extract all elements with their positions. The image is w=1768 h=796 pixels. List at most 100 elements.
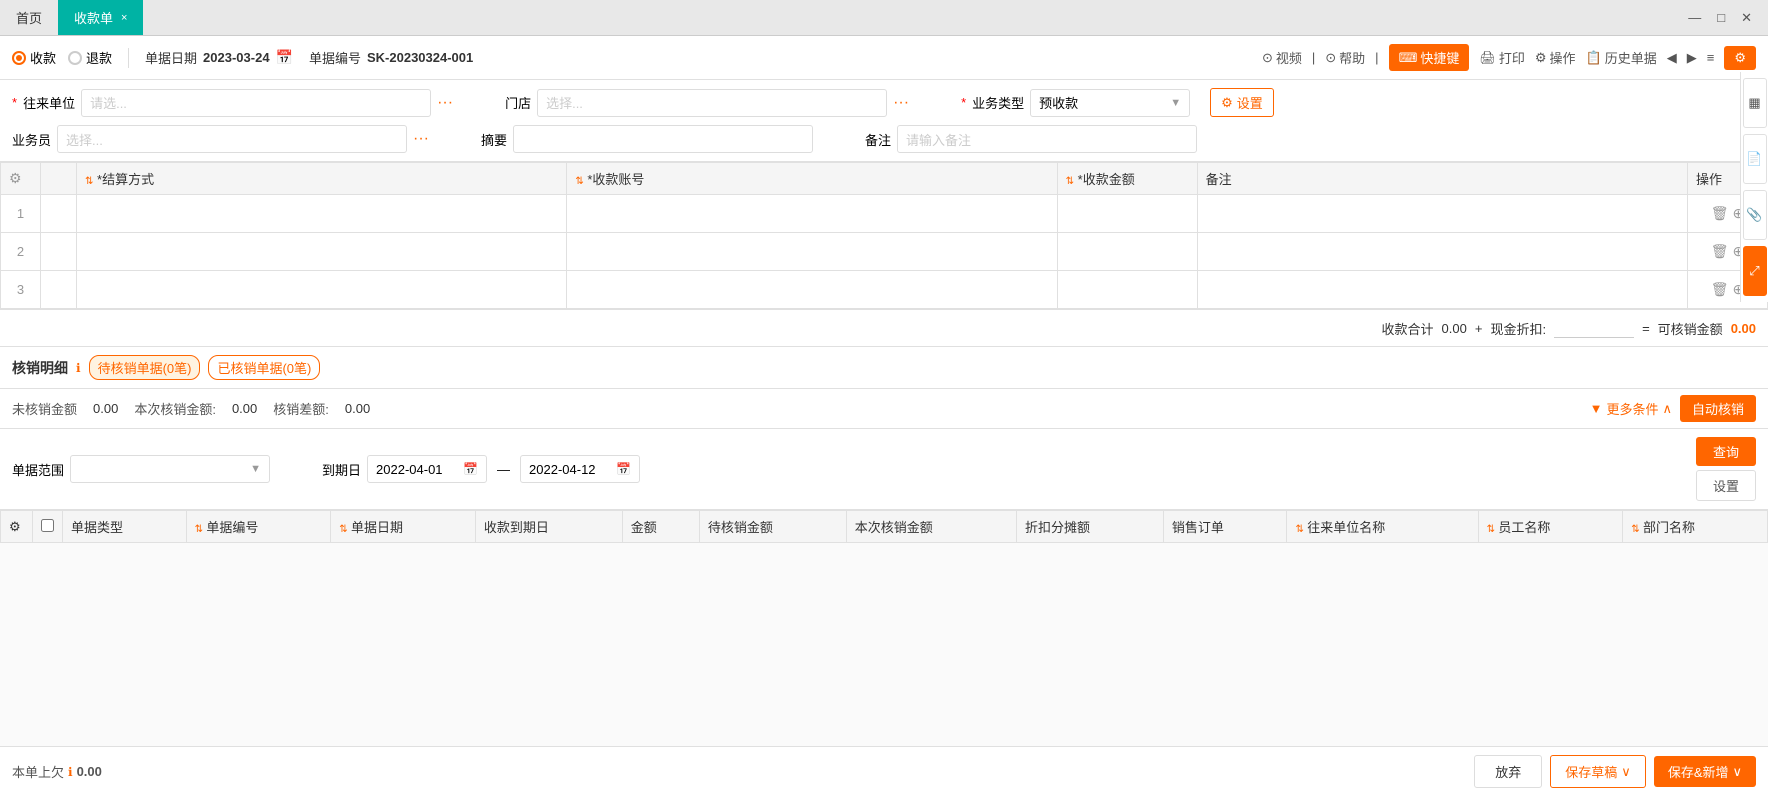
side-panel: ▦ 📄 📎 ⤢ bbox=[1740, 72, 1768, 302]
settlement-input-2[interactable] bbox=[77, 233, 566, 270]
delete-icon-3[interactable]: 🗑 bbox=[1711, 281, 1729, 298]
query-button[interactable]: 查询 bbox=[1696, 437, 1756, 466]
prev-button[interactable]: ◀ bbox=[1667, 50, 1677, 66]
tab-pending[interactable]: 待核销单据(0笔) bbox=[89, 355, 201, 380]
radio-refund[interactable]: 退款 bbox=[68, 48, 112, 67]
settlement-cell-3[interactable] bbox=[77, 271, 567, 309]
amount-input-2[interactable] bbox=[1058, 233, 1197, 270]
settlement-input[interactable] bbox=[77, 195, 566, 232]
history-button[interactable]: 📋 历史单据 bbox=[1586, 48, 1657, 67]
save-draft-button[interactable]: 保存草稿 ∨ bbox=[1550, 755, 1646, 788]
from-unit-more-icon[interactable]: ··· bbox=[437, 94, 453, 112]
save-new-button[interactable]: 保存&新增 ∨ bbox=[1654, 756, 1756, 787]
col-from-unit: ⇅ 往来单位名称 bbox=[1287, 511, 1478, 543]
nuclear-info-icon[interactable]: ℹ bbox=[76, 361, 81, 375]
range-select[interactable]: ▼ bbox=[70, 455, 270, 483]
settlement-input-3[interactable] bbox=[77, 271, 566, 308]
sort-icon[interactable]: ⇅ bbox=[85, 176, 93, 187]
sort-icon-account[interactable]: ⇅ bbox=[575, 176, 583, 187]
delete-icon[interactable]: 🗑 bbox=[1711, 205, 1729, 222]
store-input[interactable]: 选择... bbox=[537, 89, 887, 117]
col-settings-2: ⚙ bbox=[1, 511, 33, 543]
nuclear-section: 核销明细 ℹ 待核销单据(0笔) 已核销单据(0笔) 未核销金额 0.00 本次… bbox=[0, 347, 1768, 746]
amount-cell-3[interactable] bbox=[1057, 271, 1197, 309]
store-more-icon[interactable]: ··· bbox=[893, 94, 909, 112]
doc-number-value: SK-20230324-001 bbox=[367, 50, 473, 65]
tab-current[interactable]: 收款单 × bbox=[58, 0, 143, 35]
account-cell-2[interactable] bbox=[567, 233, 1057, 271]
layout-button[interactable]: ⚙ bbox=[1724, 46, 1756, 70]
table2-settings-icon[interactable]: ⚙ bbox=[9, 519, 21, 534]
tab-home[interactable]: 首页 bbox=[0, 0, 58, 35]
account-input-2[interactable] bbox=[567, 233, 1056, 270]
amount-input[interactable] bbox=[1058, 195, 1197, 232]
account-input[interactable] bbox=[567, 195, 1056, 232]
notes-row-input-2[interactable] bbox=[1198, 233, 1687, 270]
amount-input-3[interactable] bbox=[1058, 271, 1197, 308]
staff-input[interactable]: 选择... bbox=[57, 125, 407, 153]
amount-cell-2[interactable] bbox=[1057, 233, 1197, 271]
sort-doc-num[interactable]: ⇅ bbox=[195, 524, 203, 535]
sort-dept[interactable]: ⇅ bbox=[1631, 524, 1639, 535]
amount-cell[interactable] bbox=[1057, 195, 1197, 233]
maximize-button[interactable]: □ bbox=[1713, 10, 1729, 25]
print-button[interactable]: 🖨 打印 bbox=[1479, 48, 1525, 67]
notes-row-input-3[interactable] bbox=[1198, 271, 1687, 308]
nuclear-settings-button[interactable]: 设置 bbox=[1696, 470, 1756, 501]
side-doc-button[interactable]: 📄 bbox=[1743, 134, 1767, 184]
footer-info-icon[interactable]: ℹ bbox=[68, 765, 73, 779]
available-label: 可核销金额 bbox=[1658, 319, 1723, 338]
business-type-select[interactable]: 预收款 ▼ bbox=[1030, 89, 1190, 117]
sort-doc-date[interactable]: ⇅ bbox=[339, 524, 347, 535]
tab-done[interactable]: 已核销单据(0笔) bbox=[208, 355, 320, 380]
window-close-button[interactable]: ✕ bbox=[1737, 10, 1756, 26]
operation-button[interactable]: ⚙ 操作 bbox=[1535, 48, 1576, 67]
notes-input[interactable]: 请输入备注 bbox=[897, 125, 1197, 153]
calendar-end-icon[interactable]: 📅 bbox=[616, 462, 631, 476]
delete-icon-2[interactable]: 🗑 bbox=[1711, 243, 1729, 260]
notes-cell-2[interactable] bbox=[1197, 233, 1687, 271]
more-conditions-button[interactable]: ▼ 更多条件 ∧ bbox=[1590, 399, 1672, 418]
notes-cell-3[interactable] bbox=[1197, 271, 1687, 309]
video-button[interactable]: ⊙ 视频 bbox=[1262, 48, 1302, 67]
bottom-table-area: ⚙ 单据类型 ⇅ 单据编号 bbox=[0, 510, 1768, 746]
table-settings-icon[interactable]: ⚙ bbox=[9, 170, 22, 186]
toolbar: 收款 退款 单据日期 2023-03-24 📅 单据编号 SK-20230324… bbox=[0, 36, 1768, 80]
close-icon[interactable]: × bbox=[121, 12, 127, 24]
settlement-cell-2[interactable] bbox=[77, 233, 567, 271]
discount-input[interactable] bbox=[1554, 318, 1634, 338]
settlement-cell[interactable] bbox=[77, 195, 567, 233]
calendar-icon[interactable]: 📅 bbox=[276, 49, 293, 66]
print-icon: 🖨 bbox=[1479, 50, 1496, 66]
minimize-button[interactable]: — bbox=[1684, 10, 1705, 25]
settings-button[interactable]: ⚙ 设置 bbox=[1210, 88, 1274, 117]
help-button[interactable]: ⊙ 帮助 bbox=[1325, 48, 1365, 67]
abandon-button[interactable]: 放弃 bbox=[1474, 755, 1542, 788]
account-cell-3[interactable] bbox=[567, 271, 1057, 309]
sort-employee[interactable]: ⇅ bbox=[1487, 524, 1495, 535]
date-end-input[interactable]: 2022-04-12 📅 bbox=[520, 455, 640, 483]
select-all-checkbox[interactable] bbox=[41, 519, 54, 532]
abstract-label: 摘要 bbox=[481, 130, 507, 149]
auto-cancel-button[interactable]: 自动核销 bbox=[1680, 395, 1756, 422]
sort-icon-amount[interactable]: ⇅ bbox=[1066, 176, 1074, 187]
from-unit-input[interactable]: 请选... bbox=[81, 89, 431, 117]
next-button[interactable]: ▶ bbox=[1687, 50, 1697, 66]
staff-more-icon[interactable]: ··· bbox=[413, 130, 429, 148]
side-clip-button[interactable]: 📎 bbox=[1743, 190, 1767, 240]
list-button[interactable]: ≡ bbox=[1707, 50, 1715, 65]
radio-receive[interactable]: 收款 bbox=[12, 48, 56, 67]
calendar-start-icon[interactable]: 📅 bbox=[463, 462, 478, 476]
sort-from-unit[interactable]: ⇅ bbox=[1295, 524, 1303, 535]
shortcut-button[interactable]: ⌨ 快捷键 bbox=[1389, 44, 1470, 71]
notes-cell[interactable] bbox=[1197, 195, 1687, 233]
account-cell[interactable] bbox=[567, 195, 1057, 233]
clip-icon: 📎 bbox=[1746, 207, 1762, 223]
abstract-input[interactable] bbox=[513, 125, 813, 153]
account-input-3[interactable] bbox=[567, 271, 1056, 308]
side-expand-button[interactable]: ⤢ bbox=[1743, 246, 1767, 296]
date-start-input[interactable]: 2022-04-01 📅 bbox=[367, 455, 487, 483]
notes-row-input[interactable] bbox=[1198, 195, 1687, 232]
row-num-cell: 2 bbox=[1, 233, 41, 271]
side-table-button[interactable]: ▦ bbox=[1743, 78, 1767, 128]
